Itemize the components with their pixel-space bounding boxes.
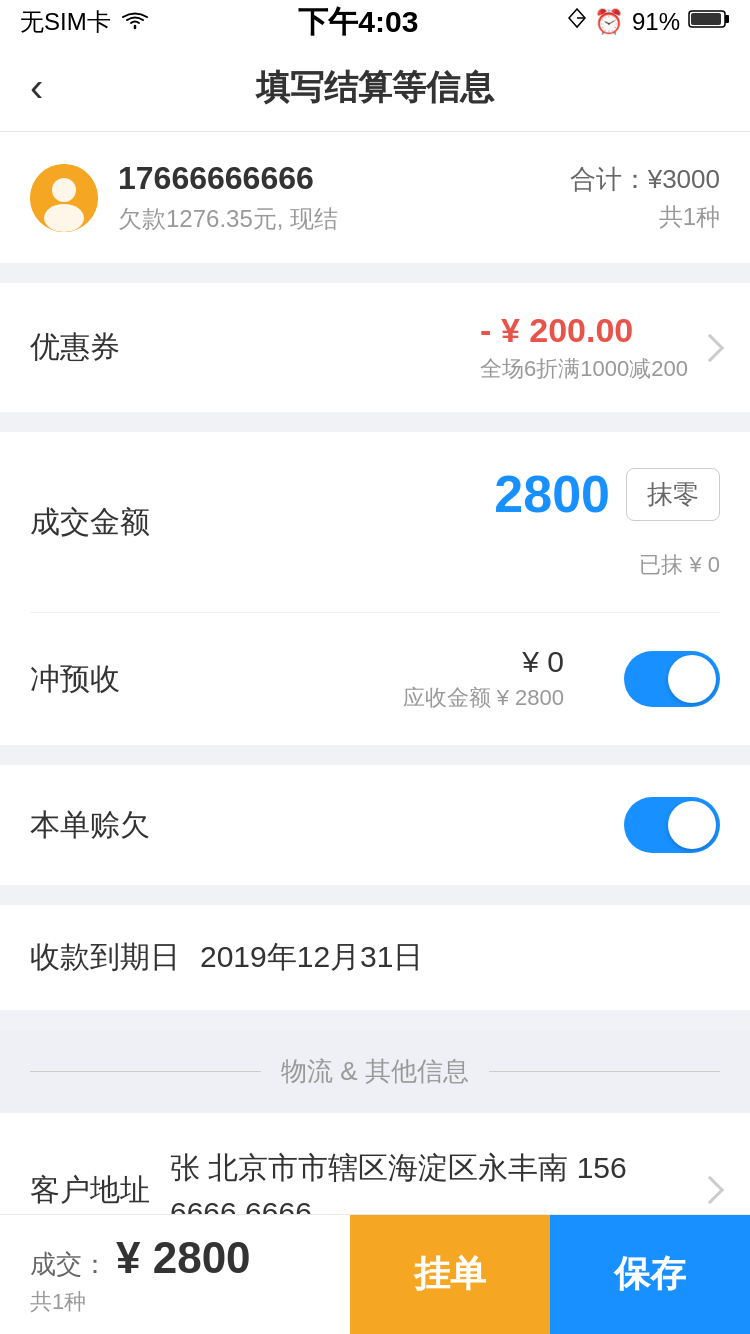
deal-amount-right: 2800 抹零 已抹 ¥ 0 xyxy=(494,464,720,580)
logistics-header-text: 物流 & 其他信息 xyxy=(261,1054,489,1089)
battery-percent: 91% xyxy=(632,8,680,36)
coupon-amount: - ¥ 200.00 xyxy=(480,311,688,350)
location-icon xyxy=(568,8,586,36)
battery-icon xyxy=(688,8,730,36)
status-bar-right: ⏰ 91% xyxy=(568,8,730,36)
address-label: 客户地址 xyxy=(30,1170,150,1211)
logistics-header: 物流 & 其他信息 xyxy=(0,1030,750,1113)
toggle-knob xyxy=(668,655,716,703)
user-info: 17666666666 欠款1276.35元, 现结 xyxy=(118,160,338,235)
coupon-row[interactable]: 优惠券 - ¥ 200.00 全场6折满1000减200 xyxy=(0,283,750,412)
total-amount-label: 合计：¥3000 xyxy=(570,162,720,197)
user-debt: 欠款1276.35元, 现结 xyxy=(118,203,338,235)
status-bar-left: 无SIM卡 xyxy=(20,6,149,38)
bottom-deal-label: 成交： xyxy=(30,1247,108,1282)
avatar xyxy=(30,164,98,232)
prepay-amount-col: ¥ 0 应收金额 ¥ 2800 xyxy=(403,645,564,713)
deal-amount-label: 成交金额 xyxy=(30,502,150,543)
credit-toggle-knob xyxy=(668,801,716,849)
status-bar: 无SIM卡 下午4:03 ⏰ 91% xyxy=(0,0,750,44)
prepay-toggle[interactable] xyxy=(624,651,720,707)
address-chevron-icon xyxy=(696,1176,724,1204)
already-zeroed-text: 已抹 ¥ 0 xyxy=(639,550,720,580)
nav-bar: ‹ 填写结算等信息 xyxy=(0,44,750,132)
bottom-count: 共1种 xyxy=(30,1287,320,1317)
back-button[interactable]: ‹ xyxy=(30,65,43,110)
bottom-bar: 成交： ¥ 2800 共1种 挂单 保存 xyxy=(0,1214,750,1334)
prepay-label: 冲预收 xyxy=(30,659,120,700)
hang-order-button[interactable]: 挂单 xyxy=(350,1215,550,1335)
credit-row: 本单赊欠 xyxy=(0,765,750,885)
status-bar-time: 下午4:03 xyxy=(298,2,418,43)
coupon-label: 优惠券 xyxy=(30,327,120,368)
coupon-desc: 全场6折满1000减200 xyxy=(480,354,688,384)
credit-label: 本单赊欠 xyxy=(30,805,150,846)
duedate-value: 2019年12月31日 xyxy=(200,937,423,978)
user-left: 17666666666 欠款1276.35元, 现结 xyxy=(30,160,338,235)
bottom-left-info: 成交： ¥ 2800 共1种 xyxy=(0,1233,350,1317)
alarm-icon: ⏰ xyxy=(594,8,624,36)
no-sim-text: 无SIM卡 xyxy=(20,6,111,38)
duedate-row: 收款到期日 2019年12月31日 xyxy=(0,905,750,1010)
user-info-row: 17666666666 欠款1276.35元, 现结 合计：¥3000 共1种 xyxy=(0,132,750,263)
page-title: 填写结算等信息 xyxy=(256,65,494,111)
svg-rect-1 xyxy=(725,15,729,23)
prepay-row: 冲预收 ¥ 0 应收金额 ¥ 2800 xyxy=(30,613,720,745)
svg-point-4 xyxy=(52,178,76,202)
chevron-right-icon xyxy=(696,333,724,361)
user-total: 合计：¥3000 共1种 xyxy=(570,162,720,233)
deal-amount-row: 成交金额 2800 抹零 已抹 ¥ 0 xyxy=(30,432,720,613)
svg-rect-2 xyxy=(691,13,721,25)
prepay-right: ¥ 0 应收金额 ¥ 2800 xyxy=(403,645,720,713)
credit-toggle[interactable] xyxy=(624,797,720,853)
svg-point-5 xyxy=(44,204,84,232)
wifi-icon xyxy=(121,8,149,36)
prepay-desc: 应收金额 ¥ 2800 xyxy=(403,683,564,713)
prepay-amount: ¥ 0 xyxy=(522,645,564,679)
coupon-right: - ¥ 200.00 全场6折满1000减200 xyxy=(480,311,720,384)
total-count: 共1种 xyxy=(570,201,720,233)
coupon-info: - ¥ 200.00 全场6折满1000减200 xyxy=(480,311,688,384)
user-phone: 17666666666 xyxy=(118,160,338,197)
save-button[interactable]: 保存 xyxy=(550,1215,750,1335)
bottom-amount: ¥ 2800 xyxy=(116,1233,251,1283)
content-area: 17666666666 欠款1276.35元, 现结 合计：¥3000 共1种 … xyxy=(0,132,750,1334)
deal-section: 成交金额 2800 抹零 已抹 ¥ 0 冲预收 ¥ 0 应收金额 ¥ 2800 xyxy=(0,432,750,745)
deal-amount-value: 2800 xyxy=(494,464,610,524)
duedate-label: 收款到期日 xyxy=(30,937,180,978)
round-zero-button[interactable]: 抹零 xyxy=(626,468,720,521)
